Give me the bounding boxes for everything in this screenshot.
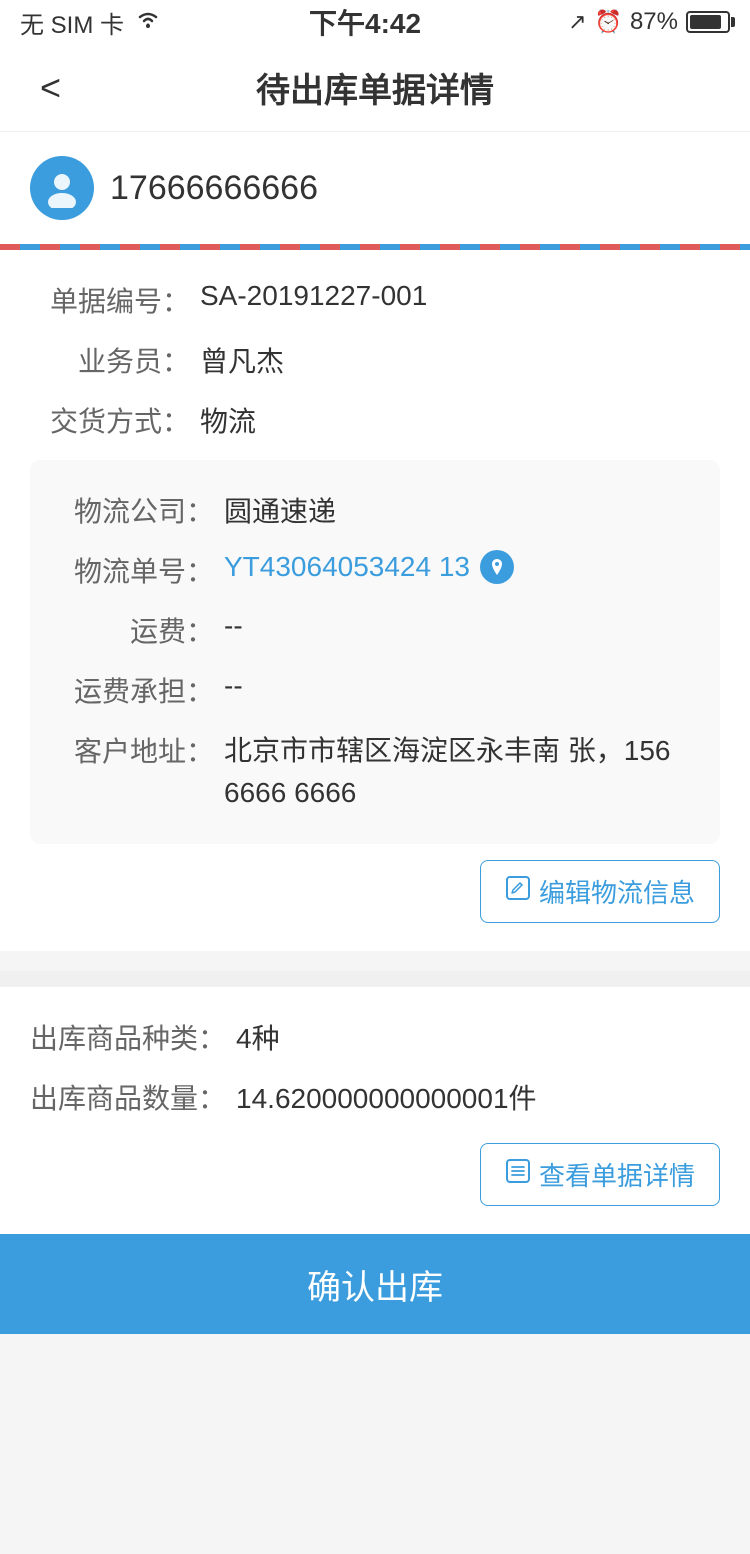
delivery-label: 交货方式：	[30, 400, 190, 440]
carrier-label: 无 SIM 卡	[20, 5, 124, 40]
goods-quantity-label: 出库商品数量：	[30, 1077, 226, 1117]
delivery-value: 物流	[200, 400, 720, 440]
goods-quantity-value: 14.620000000000001件	[236, 1077, 720, 1117]
alarm-icon: ⏰	[595, 9, 622, 35]
view-details-label: 查看单据详情	[539, 1156, 695, 1193]
order-no-row: 单据编号： SA-20191227-001	[30, 270, 720, 330]
order-no-label: 单据编号：	[30, 280, 190, 320]
goods-types-label: 出库商品种类：	[30, 1017, 226, 1057]
logistics-card: 物流公司： 圆通速递 物流单号： YT43064053424 13 运费：	[30, 460, 720, 844]
view-details-button-row: 查看单据详情	[30, 1127, 720, 1214]
avatar	[30, 156, 94, 220]
salesman-row: 业务员： 曾凡杰	[30, 330, 720, 390]
goods-section: 出库商品种类： 4种 出库商品数量： 14.620000000000001件 查…	[0, 987, 750, 1234]
battery-icon	[686, 11, 730, 33]
edit-icon	[505, 875, 531, 908]
list-icon	[505, 1158, 531, 1191]
order-no-value: SA-20191227-001	[200, 280, 720, 312]
status-bar-right: ↗ ⏰ 87%	[568, 8, 730, 36]
location-arrow-icon: ↗	[568, 9, 586, 35]
logistics-company-value: 圆通速递	[224, 490, 696, 530]
salesman-value: 曾凡杰	[200, 340, 720, 380]
tracking-no-label: 物流单号：	[54, 550, 214, 590]
page-title: 待出库单据详情	[256, 63, 494, 112]
status-bar-left: 无 SIM 卡	[20, 5, 162, 40]
goods-types-row: 出库商品种类： 4种	[30, 1007, 720, 1067]
freight-label: 运费：	[54, 610, 214, 650]
status-bar: 无 SIM 卡 下午4:42 ↗ ⏰ 87%	[0, 0, 750, 44]
edit-logistics-label: 编辑物流信息	[539, 873, 695, 910]
address-value: 北京市市辖区海淀区永丰南 张，156 6666 6666	[224, 730, 696, 814]
tracking-no-row: 物流单号： YT43064053424 13	[54, 540, 696, 600]
logistics-company-label: 物流公司：	[54, 490, 214, 530]
delivery-row: 交货方式： 物流	[30, 390, 720, 450]
address-label: 客户地址：	[54, 730, 214, 770]
confirm-bar[interactable]: 确认出库	[0, 1234, 750, 1334]
edit-button-row: 编辑物流信息	[30, 844, 720, 931]
view-details-button[interactable]: 查看单据详情	[480, 1143, 720, 1206]
customer-phone: 17666666666	[110, 169, 318, 208]
section-divider	[0, 971, 750, 987]
freight-row: 运费： --	[54, 600, 696, 660]
goods-types-value: 4种	[236, 1017, 720, 1057]
nav-bar: < 待出库单据详情	[0, 44, 750, 132]
battery-fill	[690, 15, 721, 29]
wifi-icon	[134, 8, 162, 36]
freight-value: --	[224, 610, 696, 642]
order-basic-info: 单据编号： SA-20191227-001 业务员： 曾凡杰 交货方式： 物流 …	[0, 250, 750, 951]
logistics-company-row: 物流公司： 圆通速递	[54, 480, 696, 540]
freight-bearer-row: 运费承担： --	[54, 660, 696, 720]
status-bar-time: 下午4:42	[309, 2, 421, 42]
tracking-no-value: YT43064053424 13	[224, 550, 696, 584]
freight-bearer-value: --	[224, 670, 696, 702]
map-pin-icon[interactable]	[480, 550, 514, 584]
customer-section: 17666666666	[0, 132, 750, 244]
confirm-button-label: 确认出库	[307, 1260, 443, 1309]
edit-logistics-button[interactable]: 编辑物流信息	[480, 860, 720, 923]
freight-bearer-label: 运费承担：	[54, 670, 214, 710]
battery-percent: 87%	[630, 8, 678, 36]
salesman-label: 业务员：	[30, 340, 190, 380]
address-row: 客户地址： 北京市市辖区海淀区永丰南 张，156 6666 6666	[54, 720, 696, 824]
main-content: 17666666666 单据编号： SA-20191227-001 业务员： 曾…	[0, 132, 750, 1554]
goods-quantity-row: 出库商品数量： 14.620000000000001件	[30, 1067, 720, 1127]
back-button[interactable]: <	[30, 57, 71, 119]
